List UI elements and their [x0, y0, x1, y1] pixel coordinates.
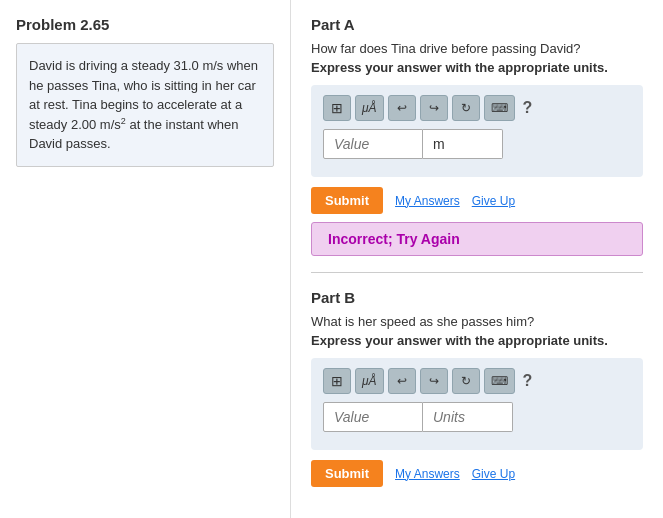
- part-a-my-answers-button[interactable]: My Answers: [395, 194, 460, 208]
- section-divider: [311, 272, 643, 273]
- problem-title: Problem 2.65: [16, 16, 274, 33]
- part-a-answer-box: ⊞ μÅ ↩ ↪ ↻ ⌨ ? m: [311, 85, 643, 177]
- undo-btn-a[interactable]: ↩: [388, 95, 416, 121]
- undo-btn-b[interactable]: ↩: [388, 368, 416, 394]
- part-a-input-row: m: [323, 129, 631, 159]
- refresh-btn-a[interactable]: ↻: [452, 95, 480, 121]
- incorrect-banner: Incorrect; Try Again: [311, 222, 643, 256]
- part-b-value-input[interactable]: [323, 402, 423, 432]
- grid-icon-btn-a[interactable]: ⊞: [323, 95, 351, 121]
- redo-btn-a[interactable]: ↪: [420, 95, 448, 121]
- mu-btn-b[interactable]: μÅ: [355, 368, 384, 394]
- part-b-express: Express your answer with the appropriate…: [311, 333, 643, 348]
- part-a-title: Part A: [311, 16, 643, 33]
- part-b-my-answers-button[interactable]: My Answers: [395, 467, 460, 481]
- part-a-submit-button[interactable]: Submit: [311, 187, 383, 214]
- refresh-btn-b[interactable]: ↻: [452, 368, 480, 394]
- part-b-submit-button[interactable]: Submit: [311, 460, 383, 487]
- keyboard-btn-a[interactable]: ⌨: [484, 95, 515, 121]
- part-a-units-display: m: [423, 129, 503, 159]
- help-btn-b[interactable]: ?: [519, 372, 537, 390]
- part-a-question: How far does Tina drive before passing D…: [311, 41, 643, 56]
- part-b-units-input[interactable]: [423, 402, 513, 432]
- part-b-title: Part B: [311, 289, 643, 306]
- part-b-answer-box: ⊞ μÅ ↩ ↪ ↻ ⌨ ?: [311, 358, 643, 450]
- part-b-toolbar: ⊞ μÅ ↩ ↪ ↻ ⌨ ?: [323, 368, 631, 394]
- part-b-action-row: Submit My Answers Give Up: [311, 460, 643, 487]
- part-a-value-input[interactable]: [323, 129, 423, 159]
- help-btn-a[interactable]: ?: [519, 99, 537, 117]
- part-a-express: Express your answer with the appropriate…: [311, 60, 643, 75]
- redo-btn-b[interactable]: ↪: [420, 368, 448, 394]
- part-b-input-row: [323, 402, 631, 432]
- part-a-action-row: Submit My Answers Give Up: [311, 187, 643, 214]
- mu-btn-a[interactable]: μÅ: [355, 95, 384, 121]
- part-a-give-up-button[interactable]: Give Up: [472, 194, 515, 208]
- part-b-give-up-button[interactable]: Give Up: [472, 467, 515, 481]
- part-b-question: What is her speed as she passes him?: [311, 314, 643, 329]
- grid-icon-btn-b[interactable]: ⊞: [323, 368, 351, 394]
- keyboard-btn-b[interactable]: ⌨: [484, 368, 515, 394]
- part-a-toolbar: ⊞ μÅ ↩ ↪ ↻ ⌨ ?: [323, 95, 631, 121]
- problem-text: David is driving a steady 31.0 m/s when …: [16, 43, 274, 167]
